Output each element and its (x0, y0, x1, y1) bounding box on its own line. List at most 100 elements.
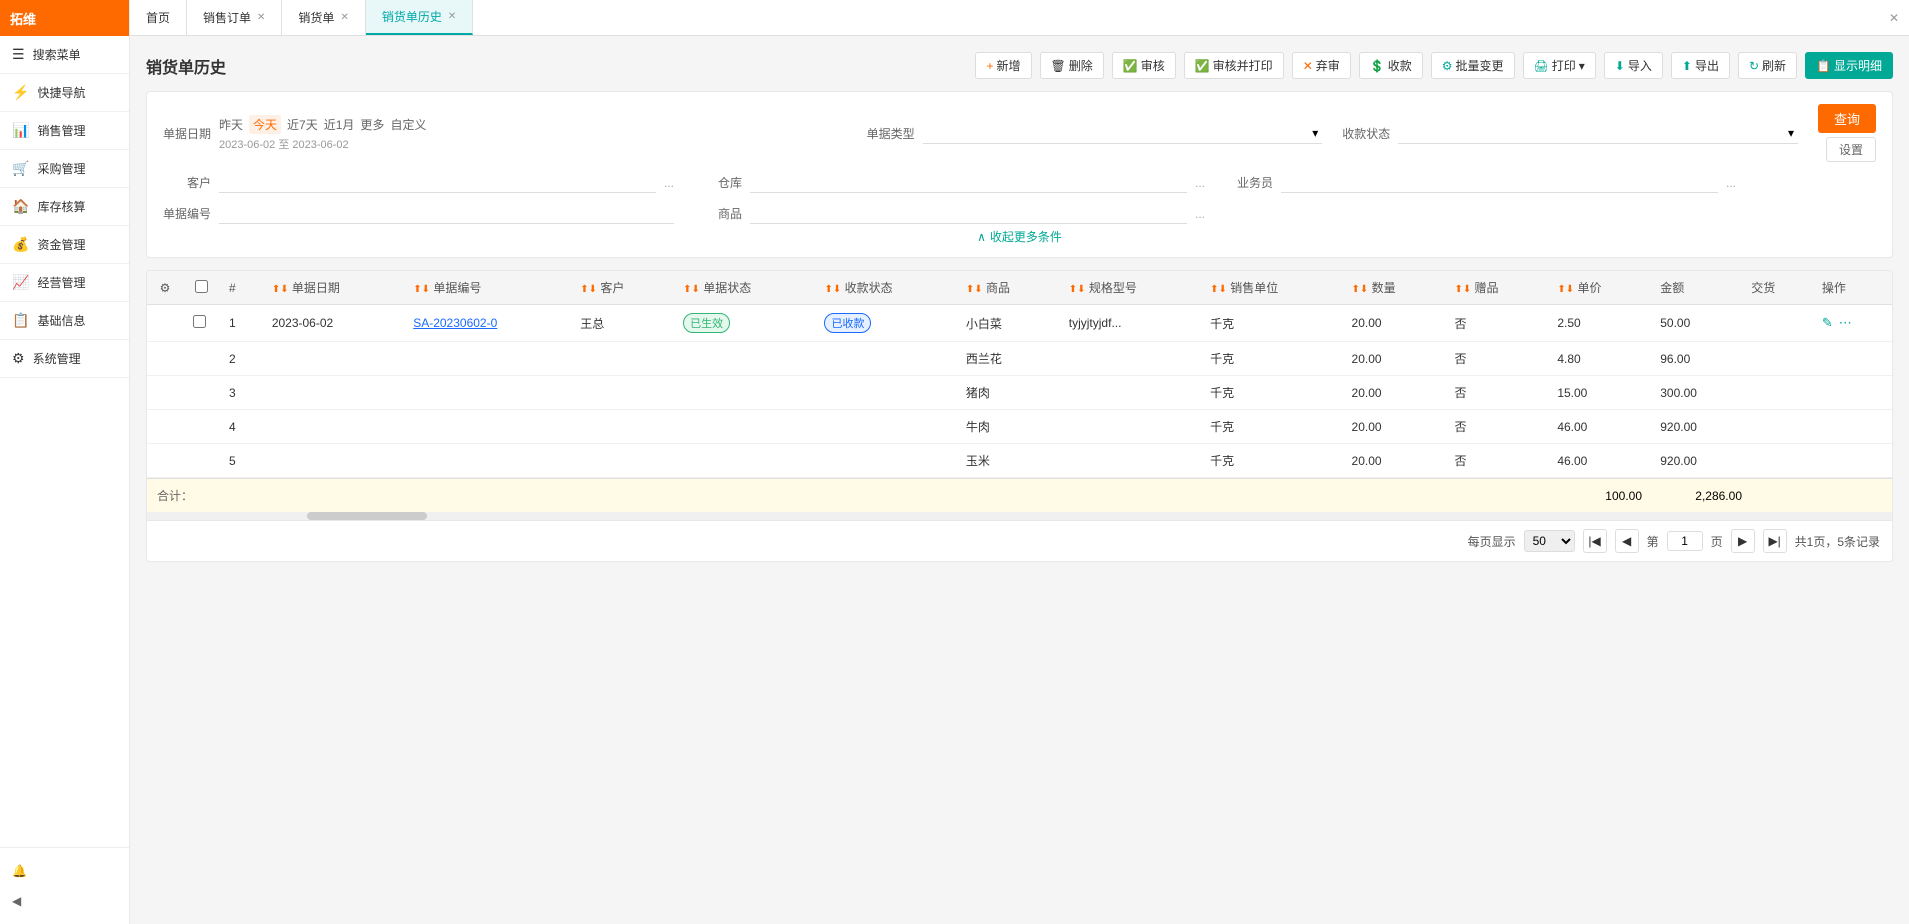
tab-sales-history[interactable]: 销货单历史 ✕ (366, 0, 473, 35)
prev-page-btn[interactable]: ◀ (1615, 529, 1639, 553)
customer-dots[interactable]: ... (664, 176, 674, 190)
row3-gift: 否 (1444, 376, 1547, 410)
row4-seq: 4 (219, 410, 262, 444)
tab-sales-order-close[interactable]: ✕ (257, 12, 265, 23)
collapse-up-icon: ∧ (977, 230, 986, 244)
first-page-btn[interactable]: |◀ (1583, 529, 1607, 553)
export-button[interactable]: ⬆ 导出 (1671, 52, 1730, 79)
tab-sales-order[interactable]: 销售订单 ✕ (187, 0, 282, 35)
show-detail-button[interactable]: 📋 显示明细 (1805, 52, 1893, 79)
tab-sales-delivery-label: 销货单 (298, 9, 334, 26)
horizontal-scrollbar[interactable] (147, 512, 1892, 520)
doc-no-label: 单据编号 (163, 205, 211, 222)
refresh-button[interactable]: ↻ 刷新 (1738, 52, 1797, 79)
inventory-icon: 🏠 (12, 198, 29, 215)
scrollbar-thumb[interactable] (307, 512, 427, 520)
goods-input[interactable] (750, 203, 1187, 224)
th-gift[interactable]: ⬆⬇ 赠品 (1444, 271, 1547, 305)
doc-type-select[interactable]: ▾ (923, 123, 1323, 144)
collapse-icon: ◀ (12, 894, 21, 908)
sidebar-item-inventory[interactable]: 🏠 库存核算 (0, 188, 129, 226)
select-all-checkbox[interactable] (195, 280, 208, 293)
sidebar-item-system-mgmt[interactable]: ⚙ 系统管理 (0, 340, 129, 378)
shortcut-today[interactable]: 今天 (249, 115, 281, 134)
per-page-select[interactable]: 50 20 100 (1524, 530, 1575, 552)
row1-more-icon[interactable]: ⋯ (1839, 315, 1852, 331)
th-qty[interactable]: ⬆⬇ 数量 (1342, 271, 1445, 305)
audit-button[interactable]: ✅ 审核 (1112, 52, 1176, 79)
tab-bar: 首页 销售订单 ✕ 销货单 ✕ 销货单历史 ✕ ✕ (130, 0, 1909, 36)
row1-checkbox[interactable] (193, 315, 206, 328)
summary-amount: 2,286.00 (1662, 489, 1802, 503)
shortcut-yesterday[interactable]: 昨天 (219, 116, 243, 133)
sidebar: 拓维 ☰ 搜索菜单 ⚡ 快捷导航 📊 销售管理 🛒 采购管理 🏠 库存核算 💰 … (0, 0, 130, 924)
goods-dots[interactable]: ... (1195, 207, 1205, 221)
collect-button[interactable]: 💲 收款 (1359, 52, 1423, 79)
sidebar-item-search-menu[interactable]: ☰ 搜索菜单 (0, 36, 129, 74)
shortcut-last7days[interactable]: 近7天 (287, 116, 318, 133)
import-button[interactable]: ⬇ 导入 (1604, 52, 1663, 79)
row1-check[interactable] (183, 305, 219, 342)
shortcut-more[interactable]: 更多 (360, 116, 384, 133)
doc-no-input[interactable] (219, 203, 674, 224)
next-page-btn[interactable]: ▶ (1731, 529, 1755, 553)
th-doc-no[interactable]: ⬆⬇ 单据编号 (403, 271, 570, 305)
th-spec[interactable]: ⬆⬇ 规格型号 (1059, 271, 1200, 305)
th-goods[interactable]: ⬆⬇ 商品 (956, 271, 1059, 305)
sidebar-item-finance-mgmt[interactable]: 💰 资金管理 (0, 226, 129, 264)
th-unit-price[interactable]: ⬆⬇ 单价 (1547, 271, 1650, 305)
notification-btn[interactable]: 🔔 (0, 856, 129, 886)
quick-nav-icon: ⚡ (12, 84, 29, 101)
chevron-down-icon2: ▾ (1788, 126, 1794, 140)
tab-sales-delivery[interactable]: 销货单 ✕ (282, 0, 365, 35)
tab-sales-history-label: 销货单历史 (382, 8, 442, 25)
shortcut-lastmonth[interactable]: 近1月 (324, 116, 355, 133)
print-button[interactable]: 🖨 打印 ▾ (1523, 52, 1596, 79)
abandon-button[interactable]: ✕ 弃审 (1292, 52, 1351, 79)
collapse-sidebar-btn[interactable]: ◀ (0, 886, 129, 916)
sidebar-item-quick-nav[interactable]: ⚡ 快捷导航 (0, 74, 129, 112)
customer-input[interactable] (219, 172, 656, 193)
tab-sales-history-close[interactable]: ✕ (448, 11, 456, 22)
row1-edit-icon[interactable]: ✎ (1822, 315, 1833, 331)
th-pay-status[interactable]: ⬆⬇ 收款状态 (814, 271, 955, 305)
th-doc-date[interactable]: ⬆⬇ 单据日期 (262, 271, 403, 305)
th-check[interactable] (183, 271, 219, 305)
sidebar-item-purchase-mgmt[interactable]: 🛒 采购管理 (0, 150, 129, 188)
page-input[interactable] (1667, 531, 1703, 551)
batch-change-button[interactable]: ⚙ 批量变更 (1431, 52, 1515, 79)
setting-button[interactable]: 设置 (1826, 137, 1876, 162)
page-title: 销货单历史 (146, 54, 226, 78)
sidebar-item-sales-mgmt[interactable]: 📊 销售管理 (0, 112, 129, 150)
delete-button[interactable]: 🗑 删除 (1040, 52, 1104, 79)
salesperson-dots[interactable]: ... (1726, 176, 1736, 190)
row1-doc-no: SA-20230602-0 (403, 305, 570, 342)
pay-status-select[interactable]: ▾ (1398, 123, 1798, 144)
th-customer[interactable]: ⬆⬇ 客户 (570, 271, 673, 305)
window-close-btn[interactable]: ✕ (1879, 11, 1909, 25)
tab-sales-delivery-close[interactable]: ✕ (340, 12, 348, 23)
shortcut-custom[interactable]: 自定义 (390, 116, 426, 133)
last-page-btn[interactable]: ▶| (1763, 529, 1787, 553)
th-gear[interactable]: ⚙ (147, 271, 183, 305)
salesperson-input[interactable] (1281, 172, 1718, 193)
query-button[interactable]: 查询 (1818, 104, 1876, 133)
warehouse-input[interactable] (750, 172, 1187, 193)
collapse-filter-btn[interactable]: ∧ 收起更多条件 (163, 228, 1876, 245)
row5-doc-date (262, 444, 403, 478)
audit-print-button[interactable]: ✅ 审核并打印 (1184, 52, 1284, 79)
sidebar-item-basic-info[interactable]: 📋 基础信息 (0, 302, 129, 340)
new-button[interactable]: + 新增 (975, 52, 1031, 79)
per-page-label: 每页显示 (1468, 533, 1516, 550)
audit-icon: ✅ (1123, 59, 1138, 73)
tab-home[interactable]: 首页 (130, 0, 187, 35)
row1-op-icons: ✎ ⋯ (1822, 315, 1882, 331)
filter-pay-status: 收款状态 ▾ (1342, 123, 1798, 144)
sidebar-item-operations-mgmt[interactable]: 📈 经营管理 (0, 264, 129, 302)
row2-customer (570, 342, 673, 376)
warehouse-dots[interactable]: ... (1195, 176, 1205, 190)
th-doc-status[interactable]: ⬆⬇ 单据状态 (673, 271, 814, 305)
filter-customer: 客户 ... (163, 172, 674, 193)
table-head: ⚙ # ⬆⬇ 单据日期 ⬆⬇ 单据编号 ⬆⬇ 客户 ⬆⬇ 单据状态 ⬆⬇ 收款状… (147, 271, 1892, 305)
th-unit[interactable]: ⬆⬇ 销售单位 (1200, 271, 1341, 305)
